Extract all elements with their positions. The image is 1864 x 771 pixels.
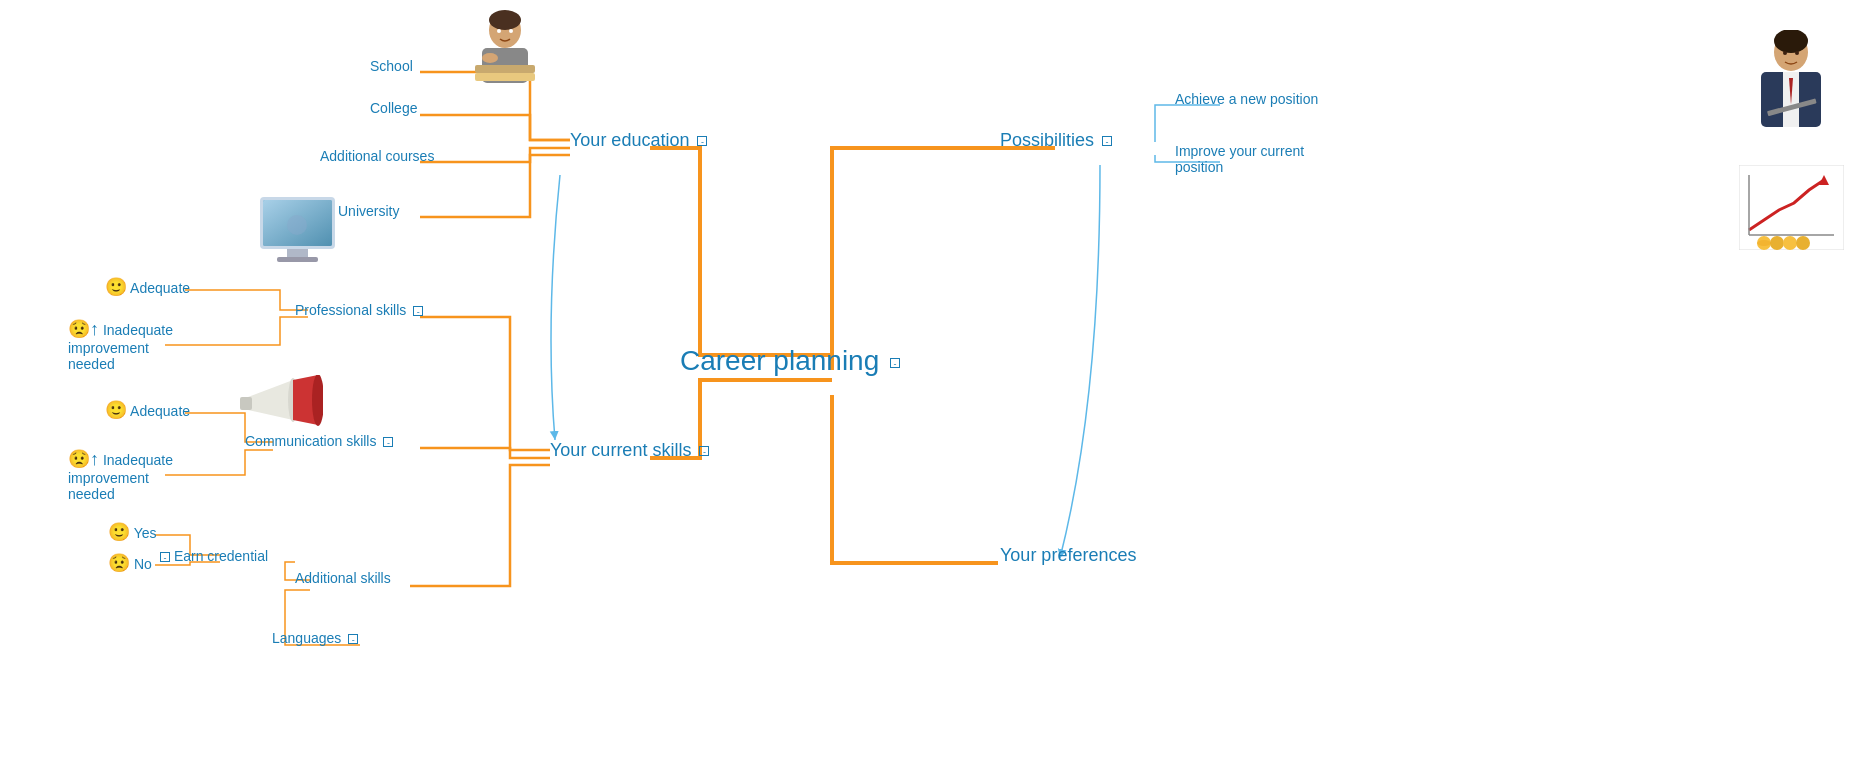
additional-courses-label[interactable]: Additional courses [320,148,434,164]
svg-point-7 [482,53,498,63]
inadequate1-label: 😟↑ Inadequate improvement needed [68,318,188,372]
svg-point-32 [1770,236,1784,250]
svg-rect-11 [287,249,308,257]
svg-point-26 [1795,51,1799,55]
svg-rect-2 [475,65,535,73]
svg-point-25 [1783,51,1787,55]
adequate2-label: 🙂 Adequate [105,399,190,421]
svg-point-20 [1774,30,1808,53]
adequate1-label: 🙂 Adequate [105,276,190,298]
svg-marker-14 [248,380,293,420]
chart-image [1739,165,1844,250]
student-image [460,10,550,100]
possibilities-label[interactable]: Possibilities - [1000,130,1112,151]
computer-image [255,195,340,270]
languages-label[interactable]: Languages - [272,630,358,646]
svg-rect-12 [277,257,318,262]
your-current-skills-label[interactable]: Your current skills - [550,440,709,461]
inadequate2-label: 😟↑ Inadequate improvement needed [68,448,188,502]
earn-credential-label[interactable]: - Earn credential [157,548,268,564]
no-label: 😟 No [108,552,152,574]
svg-point-34 [1796,236,1810,250]
additional-skills-label[interactable]: Additional skills [295,570,391,586]
university-label[interactable]: University [338,203,399,219]
svg-point-35 [1757,240,1771,246]
yes-label: 🙂 Yes [108,521,156,543]
svg-rect-15 [240,397,252,410]
achieve-label[interactable]: Achieve a new position [1175,91,1318,107]
your-preferences-label: Your preferences [1000,545,1136,566]
center-label: Career planning - [680,345,900,377]
businessman-image [1739,30,1844,140]
svg-point-6 [509,29,513,33]
svg-point-33 [1783,236,1797,250]
professional-skills-label[interactable]: Professional skills - [295,302,423,318]
improve-label[interactable]: Improve your current position [1175,143,1335,175]
college-label[interactable]: College [370,100,417,116]
svg-rect-3 [475,73,535,81]
svg-point-4 [489,10,521,30]
your-education-label[interactable]: Your education - [570,130,707,151]
svg-point-13 [287,215,307,235]
svg-point-5 [497,29,501,33]
megaphone-image [238,375,323,440]
school-label[interactable]: School [370,58,413,74]
